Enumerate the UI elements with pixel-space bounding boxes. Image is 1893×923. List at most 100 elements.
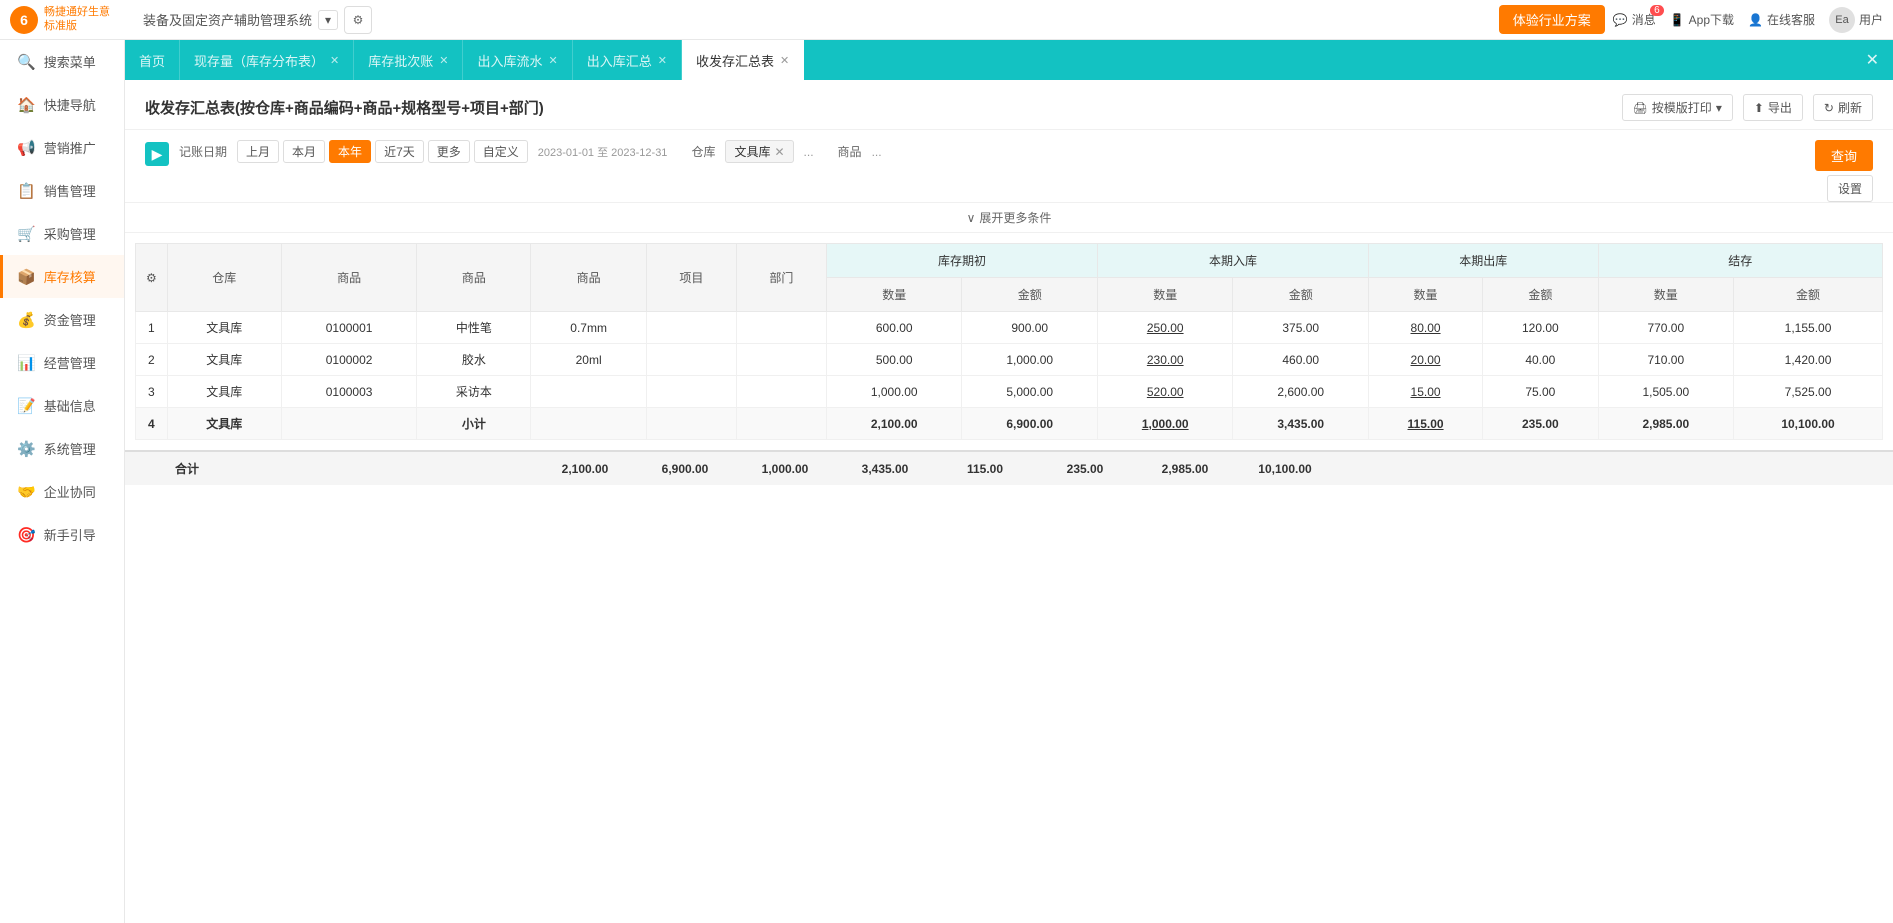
row-out-qty[interactable]: 80.00 xyxy=(1368,312,1482,344)
warehouse-more-btn[interactable]: ... xyxy=(804,145,814,159)
tab-batch-label: 库存批次账 xyxy=(368,51,433,70)
date-filter-label: 记账日期 xyxy=(179,143,227,160)
sidebar-item-basic[interactable]: 📝 基础信息 xyxy=(0,384,124,427)
sidebar-item-purchase[interactable]: 🛒 采购管理 xyxy=(0,212,124,255)
warehouse-tag: 文具库 ✕ xyxy=(725,140,793,163)
row-in-qty[interactable]: 520.00 xyxy=(1097,376,1233,408)
logo-text: 畅捷通好生意 标准版 xyxy=(44,6,110,32)
main-layout: 🔍 搜索菜单 🏠 快捷导航 📢 营销推广 📋 销售管理 🛒 采购管理 📦 库存核… xyxy=(0,40,1893,923)
col-in-amt: 金额 xyxy=(1233,278,1369,312)
row-out-qty[interactable]: 20.00 xyxy=(1368,344,1482,376)
filter-settings-button[interactable]: 设置 xyxy=(1827,175,1873,202)
row-warehouse: 文具库 xyxy=(167,376,281,408)
date-btn-7days[interactable]: 近7天 xyxy=(375,140,424,163)
goods-filter-label: 商品 xyxy=(838,143,862,160)
tab-flow-close[interactable]: ✕ xyxy=(549,54,558,67)
row-in-qty[interactable]: 230.00 xyxy=(1097,344,1233,376)
tab-batch[interactable]: 库存批次账 ✕ xyxy=(354,40,463,80)
sidebar-label-guide: 新手引导 xyxy=(44,525,96,544)
date-btn-this-month[interactable]: 本月 xyxy=(283,140,325,163)
tab-home[interactable]: 首页 xyxy=(125,40,180,80)
row-out-amt: 40.00 xyxy=(1483,344,1598,376)
col-closing-header: 结存 xyxy=(1598,244,1882,278)
system-icon: ⚙️ xyxy=(17,440,36,458)
sidebar-item-finance[interactable]: 💰 资金管理 xyxy=(0,298,124,341)
tab-recv-summary[interactable]: 收发存汇总表 ✕ xyxy=(682,40,804,80)
app-download-button[interactable]: 📱 App下载 xyxy=(1670,11,1734,28)
warehouse-tag-close[interactable]: ✕ xyxy=(774,145,784,159)
export-button[interactable]: ⬆ 导出 xyxy=(1743,94,1803,121)
tab-batch-close[interactable]: ✕ xyxy=(439,54,448,67)
date-btn-this-year[interactable]: 本年 xyxy=(329,140,371,163)
system-dropdown[interactable]: ▾ xyxy=(318,10,338,30)
tab-flow[interactable]: 出入库流水 ✕ xyxy=(463,40,572,80)
sidebar: 🔍 搜索菜单 🏠 快捷导航 📢 营销推广 📋 销售管理 🛒 采购管理 📦 库存核… xyxy=(0,40,125,923)
message-badge: 6 xyxy=(1650,5,1664,16)
sidebar-item-search[interactable]: 🔍 搜索菜单 xyxy=(0,40,124,83)
user-button[interactable]: Ea 用户 xyxy=(1829,7,1883,33)
row-dept xyxy=(736,344,826,376)
export-icon: ⬆ xyxy=(1754,101,1764,115)
col-open-amt: 金额 xyxy=(962,278,1098,312)
tab-summary[interactable]: 出入库汇总 ✕ xyxy=(573,40,682,80)
row-out-qty[interactable]: 115.00 xyxy=(1368,408,1482,440)
row-close-amt: 10,100.00 xyxy=(1734,408,1883,440)
sidebar-item-quick[interactable]: 🏠 快捷导航 xyxy=(0,83,124,126)
row-in-qty[interactable]: 250.00 xyxy=(1097,312,1233,344)
query-button[interactable]: 查询 xyxy=(1815,140,1873,171)
tab-stock-dist-label: 现存量（库存分布表） xyxy=(194,51,324,70)
settings-icon[interactable]: ⚙ xyxy=(344,6,372,34)
sidebar-item-enterprise[interactable]: 🤝 企业协同 xyxy=(0,470,124,513)
row-out-qty[interactable]: 15.00 xyxy=(1368,376,1482,408)
page-actions: 🖨 按模版打印 ▾ ⬆ 导出 ↻ 刷新 xyxy=(1622,94,1873,121)
date-btn-custom[interactable]: 自定义 xyxy=(474,140,528,163)
sidebar-label-quick: 快捷导航 xyxy=(44,95,96,114)
chevron-down-icon: ∨ xyxy=(967,211,976,225)
col-settings[interactable]: ⚙ xyxy=(136,244,168,312)
sidebar-item-sales[interactable]: 📋 销售管理 xyxy=(0,169,124,212)
trial-button[interactable]: 体验行业方案 xyxy=(1499,5,1605,34)
row-in-qty[interactable]: 1,000.00 xyxy=(1097,408,1233,440)
expand-more-button[interactable]: ∨ 展开更多条件 xyxy=(967,209,1052,226)
filter-expand-button[interactable]: ▶ xyxy=(145,142,169,166)
tab-bar-close-all[interactable]: ✕ xyxy=(1852,50,1893,70)
refresh-button[interactable]: ↻ 刷新 xyxy=(1813,94,1873,121)
goods-more-btn[interactable]: ... xyxy=(872,145,882,159)
warehouse-tag-text: 文具库 xyxy=(734,143,770,160)
tab-flow-label: 出入库流水 xyxy=(477,51,542,70)
basic-icon: 📝 xyxy=(17,397,36,415)
row-goods-spec xyxy=(531,376,646,408)
page-content: 收发存汇总表(按仓库+商品编码+商品+规格型号+项目+部门) 🖨 按模版打印 ▾… xyxy=(125,80,1893,923)
tab-recv-summary-label: 收发存汇总表 xyxy=(696,51,774,70)
print-button[interactable]: 🖨 按模版打印 ▾ xyxy=(1622,94,1733,121)
tab-recv-summary-close[interactable]: ✕ xyxy=(780,54,789,67)
date-btn-last-month[interactable]: 上月 xyxy=(237,140,279,163)
top-bar: 6 畅捷通好生意 标准版 装备及固定资产辅助管理系统 ▾ ⚙ 体验行业方案 💬 … xyxy=(0,0,1893,40)
sidebar-item-operations[interactable]: 📊 经营管理 xyxy=(0,341,124,384)
row-dept xyxy=(736,408,826,440)
col-dept-header: 部门 xyxy=(736,244,826,312)
total-label: 合计 xyxy=(145,460,535,477)
print-dropdown-icon: ▾ xyxy=(1716,101,1722,115)
sidebar-item-marketing[interactable]: 📢 营销推广 xyxy=(0,126,124,169)
enterprise-icon: 🤝 xyxy=(17,483,36,501)
sidebar-item-guide[interactable]: 🎯 新手引导 xyxy=(0,513,124,556)
user-avatar: Ea xyxy=(1829,7,1855,33)
row-out-amt: 75.00 xyxy=(1483,376,1598,408)
tab-stock-dist-close[interactable]: ✕ xyxy=(330,54,339,67)
table-row: 2文具库0100002胶水20ml500.001,000.00230.00460… xyxy=(136,344,1883,376)
tab-stock-dist[interactable]: 现存量（库存分布表） ✕ xyxy=(180,40,354,80)
col-out-header: 本期出库 xyxy=(1368,244,1598,278)
sidebar-label-finance: 资金管理 xyxy=(44,310,96,329)
tab-summary-close[interactable]: ✕ xyxy=(658,54,667,67)
message-button[interactable]: 💬 消息 6 xyxy=(1613,11,1656,28)
date-btn-more[interactable]: 更多 xyxy=(428,140,470,163)
sidebar-item-inventory[interactable]: 📦 库存核算 xyxy=(0,255,124,298)
col-close-amt: 金额 xyxy=(1734,278,1883,312)
finance-icon: 💰 xyxy=(17,311,36,329)
col-in-header: 本期入库 xyxy=(1097,244,1368,278)
online-service-button[interactable]: 👤 在线客服 xyxy=(1748,11,1815,28)
sidebar-label-marketing: 营销推广 xyxy=(44,138,96,157)
sidebar-item-system[interactable]: ⚙️ 系统管理 xyxy=(0,427,124,470)
system-title: 装备及固定资产辅助管理系统 ▾ ⚙ xyxy=(143,6,1491,34)
